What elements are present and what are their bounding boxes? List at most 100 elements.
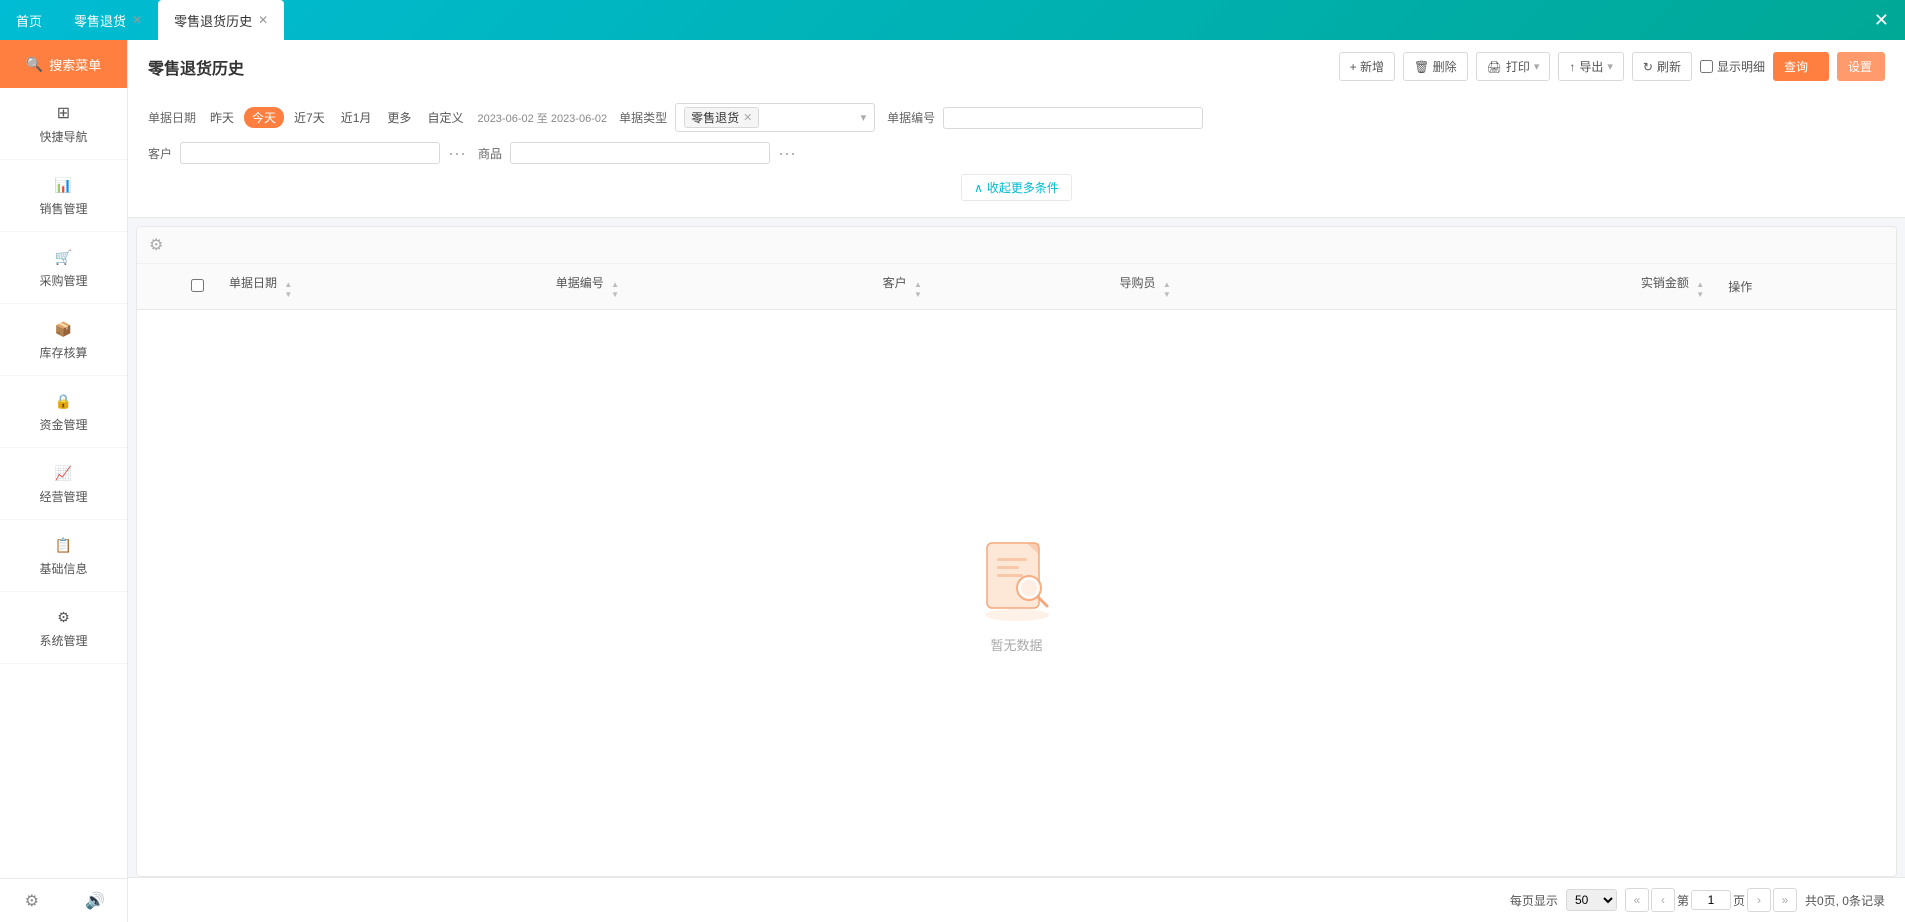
- export-icon: ↑: [1569, 60, 1575, 74]
- guide-sort-icon[interactable]: ▲▼: [1163, 280, 1171, 299]
- date-btn-today[interactable]: 今天: [244, 107, 284, 128]
- filter-area: 单据日期 昨天 今天 近7天 近1月 更多 自定义 2023-06-02 至 2…: [148, 93, 1885, 209]
- first-page-btn[interactable]: «: [1625, 888, 1649, 912]
- date-btn-yesterday[interactable]: 昨天: [204, 107, 240, 128]
- window-close-button[interactable]: ✕: [1858, 10, 1905, 31]
- number-filter-input[interactable]: [943, 107, 1203, 129]
- next-page-btn[interactable]: ›: [1747, 888, 1771, 912]
- sidebar-item-basic-info[interactable]: 📋 基础信息: [0, 520, 127, 592]
- page-title: 零售退货历史: [148, 55, 244, 79]
- export-text: 导出: [1579, 58, 1603, 75]
- pagination-bar: 每页显示 50 10 20 100 « ‹ 第 页 › » 共0页, 0条记录: [128, 877, 1905, 922]
- sidebar-item-purchase-mgmt[interactable]: 🛒 采购管理: [0, 232, 127, 304]
- show-detail-input[interactable]: [1700, 60, 1713, 73]
- sidebar-item-sys-mgmt-label: 系统管理: [39, 632, 87, 649]
- top-bar: 首页 零售退货 ✕ 零售退货历史 ✕ ✕: [0, 0, 1905, 40]
- sidebar-settings-btn[interactable]: ⚙: [0, 879, 64, 922]
- tab-retail-return-close[interactable]: ✕: [132, 13, 142, 27]
- main-layout: 🔍 搜索菜单 ⊞ 快捷导航 📊 销售管理 🛒 采购管理 📦 库存核算 🔒: [0, 40, 1905, 922]
- export-button[interactable]: ↑ 导出 ▾: [1558, 52, 1624, 81]
- sidebar-search[interactable]: 🔍 搜索菜单: [0, 40, 127, 88]
- sidebar-search-label: 搜索菜单: [49, 55, 101, 74]
- date-btn-custom[interactable]: 自定义: [421, 107, 469, 128]
- sidebar-volume-btn[interactable]: 🔊: [64, 879, 128, 922]
- empty-illustration: [967, 533, 1067, 623]
- date-btn-more[interactable]: 更多: [381, 107, 417, 128]
- set-button[interactable]: 设置: [1837, 52, 1885, 81]
- goods-filter-dots[interactable]: ···: [778, 143, 796, 164]
- customer-filter-input[interactable]: [180, 142, 440, 164]
- table-settings-icon[interactable]: ⚙: [149, 235, 163, 255]
- type-filter-select[interactable]: 零售退货 ✕ ▾: [675, 103, 875, 132]
- search-icon: 🔍: [26, 56, 43, 73]
- th-amount: 实销金额 ▲▼: [1389, 264, 1716, 310]
- select-all-checkbox[interactable]: [191, 279, 204, 292]
- tab-retail-return[interactable]: 零售退货 ✕: [58, 0, 158, 40]
- sidebar-item-sys-mgmt[interactable]: ⚙ 系统管理: [0, 592, 127, 664]
- collapse-filter-btn[interactable]: ∧ 收起更多条件: [961, 174, 1072, 201]
- stock-mgmt-icon: 📦: [53, 318, 75, 340]
- refresh-button[interactable]: ↻ 刷新: [1632, 52, 1692, 81]
- show-detail-checkbox[interactable]: 显示明细: [1700, 58, 1765, 75]
- date-btn-1month[interactable]: 近1月: [335, 107, 378, 128]
- per-page-select[interactable]: 50 10 20 100: [1566, 889, 1617, 911]
- page-nav: « ‹ 第 页 › »: [1625, 888, 1797, 912]
- filter-date: 单据日期 昨天 今天 近7天 近1月 更多 自定义 2023-06-02 至 2…: [148, 107, 607, 128]
- customer-sort-icon[interactable]: ▲▼: [914, 280, 922, 299]
- sidebar-item-stock-mgmt[interactable]: 📦 库存核算: [0, 304, 127, 376]
- page-input[interactable]: [1691, 890, 1731, 910]
- date-quick-btns: 昨天 今天 近7天 近1月 更多 自定义: [204, 107, 469, 128]
- prev-page-btn[interactable]: ‹: [1651, 888, 1675, 912]
- sidebar-item-quick-nav[interactable]: ⊞ 快捷导航: [0, 88, 127, 160]
- number-sort-icon[interactable]: ▲▼: [611, 280, 619, 299]
- tab-retail-return-label: 零售退货: [74, 11, 126, 30]
- print-text: 打印: [1506, 58, 1530, 75]
- tab-retail-return-history[interactable]: 零售退货历史 ✕: [158, 0, 284, 40]
- sidebar-item-sales-mgmt-label: 销售管理: [39, 200, 87, 217]
- th-amount-label: 实销金额: [1641, 276, 1689, 290]
- tab-retail-return-history-close[interactable]: ✕: [258, 13, 268, 27]
- amount-sort-icon[interactable]: ▲▼: [1696, 280, 1704, 299]
- type-filter-label: 单据类型: [619, 109, 667, 126]
- table-toolbar-row: ⚙: [137, 227, 1896, 264]
- filter-number: 单据编号: [887, 107, 1203, 129]
- th-checkbox: [177, 264, 217, 310]
- export-arrow: ▾: [1607, 60, 1613, 73]
- date-btn-7days[interactable]: 近7天: [288, 107, 331, 128]
- purchase-mgmt-icon: 🛒: [53, 246, 75, 268]
- th-action: 操作: [1716, 264, 1896, 310]
- type-tag-text: 零售退货: [691, 109, 739, 126]
- number-filter-label: 单据编号: [887, 109, 935, 126]
- page-label: 第: [1677, 892, 1689, 909]
- table-container: ⚙ 单据日期 ▲▼ 单据编号 ▲▼: [136, 226, 1897, 877]
- sidebar-item-ops-mgmt[interactable]: 📈 经营管理: [0, 448, 127, 520]
- sidebar-item-purchase-mgmt-label: 采购管理: [39, 272, 87, 289]
- page-title-row: 零售退货历史 + 新增 🗑 删除 🖨 🖨 打印 打印 ▾ ↑ 导出 ▾: [148, 52, 1885, 81]
- type-tag-close[interactable]: ✕: [743, 111, 752, 124]
- data-table: 单据日期 ▲▼ 单据编号 ▲▼ 客户 ▲▼ 导购员: [137, 264, 1896, 310]
- goods-filter-input[interactable]: [510, 142, 770, 164]
- print-icon: 🖨: [1487, 60, 1502, 74]
- th-action-label: 操作: [1728, 280, 1752, 294]
- basic-info-icon: 📋: [53, 534, 75, 556]
- query-button[interactable]: 查询: [1773, 52, 1829, 81]
- delete-button[interactable]: 🗑 删除: [1403, 52, 1468, 81]
- sidebar-item-finance-mgmt[interactable]: 🔒 资金管理: [0, 376, 127, 448]
- tab-home[interactable]: 首页: [0, 0, 58, 40]
- sidebar-item-stock-mgmt-label: 库存核算: [39, 344, 87, 361]
- sidebar-item-sales-mgmt[interactable]: 📊 销售管理: [0, 160, 127, 232]
- date-sort-icon[interactable]: ▲▼: [284, 280, 292, 299]
- tab-retail-return-history-label: 零售退货历史: [174, 11, 252, 30]
- last-page-btn[interactable]: »: [1773, 888, 1797, 912]
- print-button[interactable]: 🖨 🖨 打印 打印 ▾: [1476, 52, 1551, 81]
- th-date: 单据日期 ▲▼: [217, 264, 544, 310]
- customer-filter-dots[interactable]: ···: [448, 143, 466, 164]
- filter-row-2: 客户 ··· 商品 ···: [148, 142, 1885, 164]
- total-info: 共0页, 0条记录: [1805, 892, 1885, 909]
- print-arrow: ▾: [1534, 60, 1540, 73]
- sys-mgmt-icon: ⚙: [53, 606, 75, 628]
- new-button[interactable]: + 新增: [1339, 52, 1395, 81]
- page-header: 零售退货历史 + 新增 🗑 删除 🖨 🖨 打印 打印 ▾ ↑ 导出 ▾: [128, 40, 1905, 218]
- th-number: 单据编号 ▲▼: [544, 264, 871, 310]
- type-dropdown-arrow: ▾: [861, 111, 867, 124]
